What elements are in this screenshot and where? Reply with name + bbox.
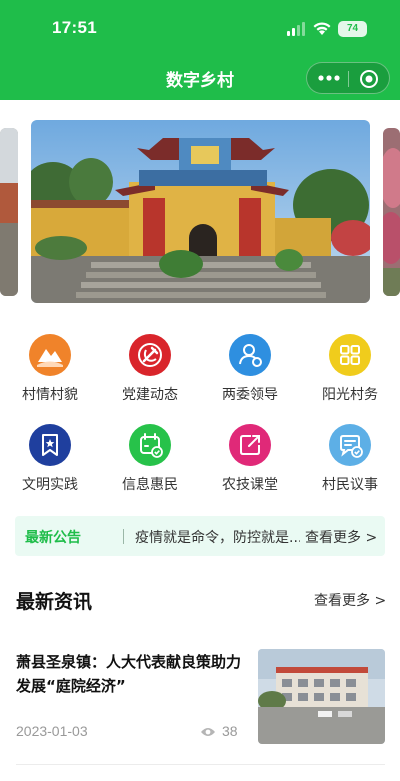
announcement-more-link[interactable]: 查看更多 > bbox=[305, 527, 377, 547]
news-date: 2023-01-03 bbox=[16, 723, 88, 739]
status-time: 17:51 bbox=[52, 18, 97, 37]
announcement-text[interactable]: 疫情就是命令，防控就是... bbox=[135, 527, 300, 547]
views-count: 38 bbox=[222, 723, 238, 739]
status-bar: 17:51 74 bbox=[0, 0, 400, 58]
capsule-divider bbox=[348, 71, 349, 87]
grid-label: 两委领导 bbox=[222, 387, 278, 403]
announcement-divider bbox=[123, 529, 124, 544]
more-icon[interactable] bbox=[318, 75, 340, 81]
news-view-count: 38 bbox=[200, 723, 244, 741]
grid-label: 党建动态 bbox=[122, 387, 178, 403]
bookmark-icon bbox=[29, 424, 71, 466]
banner-next-image[interactable] bbox=[383, 128, 400, 296]
grid-icon bbox=[329, 334, 371, 376]
eye-icon bbox=[201, 728, 215, 736]
calendar-check-icon bbox=[129, 424, 171, 466]
news-divider bbox=[16, 764, 385, 765]
grid-label: 村情村貌 bbox=[22, 387, 78, 403]
battery-level: 74 bbox=[346, 23, 359, 34]
news-thumbnail[interactable] bbox=[258, 649, 385, 744]
mountain-icon bbox=[29, 334, 71, 376]
banner-prev-image[interactable] bbox=[0, 128, 18, 296]
signal-icon bbox=[287, 22, 305, 36]
battery-icon: 74 bbox=[338, 21, 367, 37]
close-miniprogram-icon[interactable] bbox=[359, 69, 379, 89]
news-title[interactable]: 萧县圣泉镇：人大代表献良策助力发展“庭院经济” bbox=[16, 650, 241, 698]
grid-label: 农技课堂 bbox=[222, 477, 278, 493]
news-section-title: 最新资讯 bbox=[16, 591, 93, 613]
miniprogram-capsule bbox=[306, 62, 390, 94]
party-emblem-icon bbox=[129, 334, 171, 376]
share-icon bbox=[229, 424, 271, 466]
announcement-tag: 最新公告 bbox=[25, 530, 81, 546]
grid-label: 信息惠民 bbox=[122, 477, 178, 493]
banner-image-temple[interactable] bbox=[31, 120, 370, 303]
person-icon bbox=[229, 334, 271, 376]
wifi-icon bbox=[313, 22, 331, 35]
app-header: 17:51 74 数字乡村 bbox=[0, 0, 400, 100]
announcement-bar[interactable]: 最新公告 疫情就是命令，防控就是... 查看更多 > bbox=[15, 516, 385, 556]
grid-label: 村民议事 bbox=[322, 477, 378, 493]
news-more-link[interactable]: 查看更多 > bbox=[314, 590, 386, 610]
banner-carousel[interactable] bbox=[0, 100, 400, 316]
news-item[interactable]: 萧县圣泉镇：人大代表献良策助力发展“庭院经济” 2023-01-03 38 bbox=[0, 634, 400, 764]
grid-label: 阳光村务 bbox=[322, 387, 378, 403]
grid-label: 文明实践 bbox=[22, 477, 78, 493]
chat-check-icon bbox=[329, 424, 371, 466]
